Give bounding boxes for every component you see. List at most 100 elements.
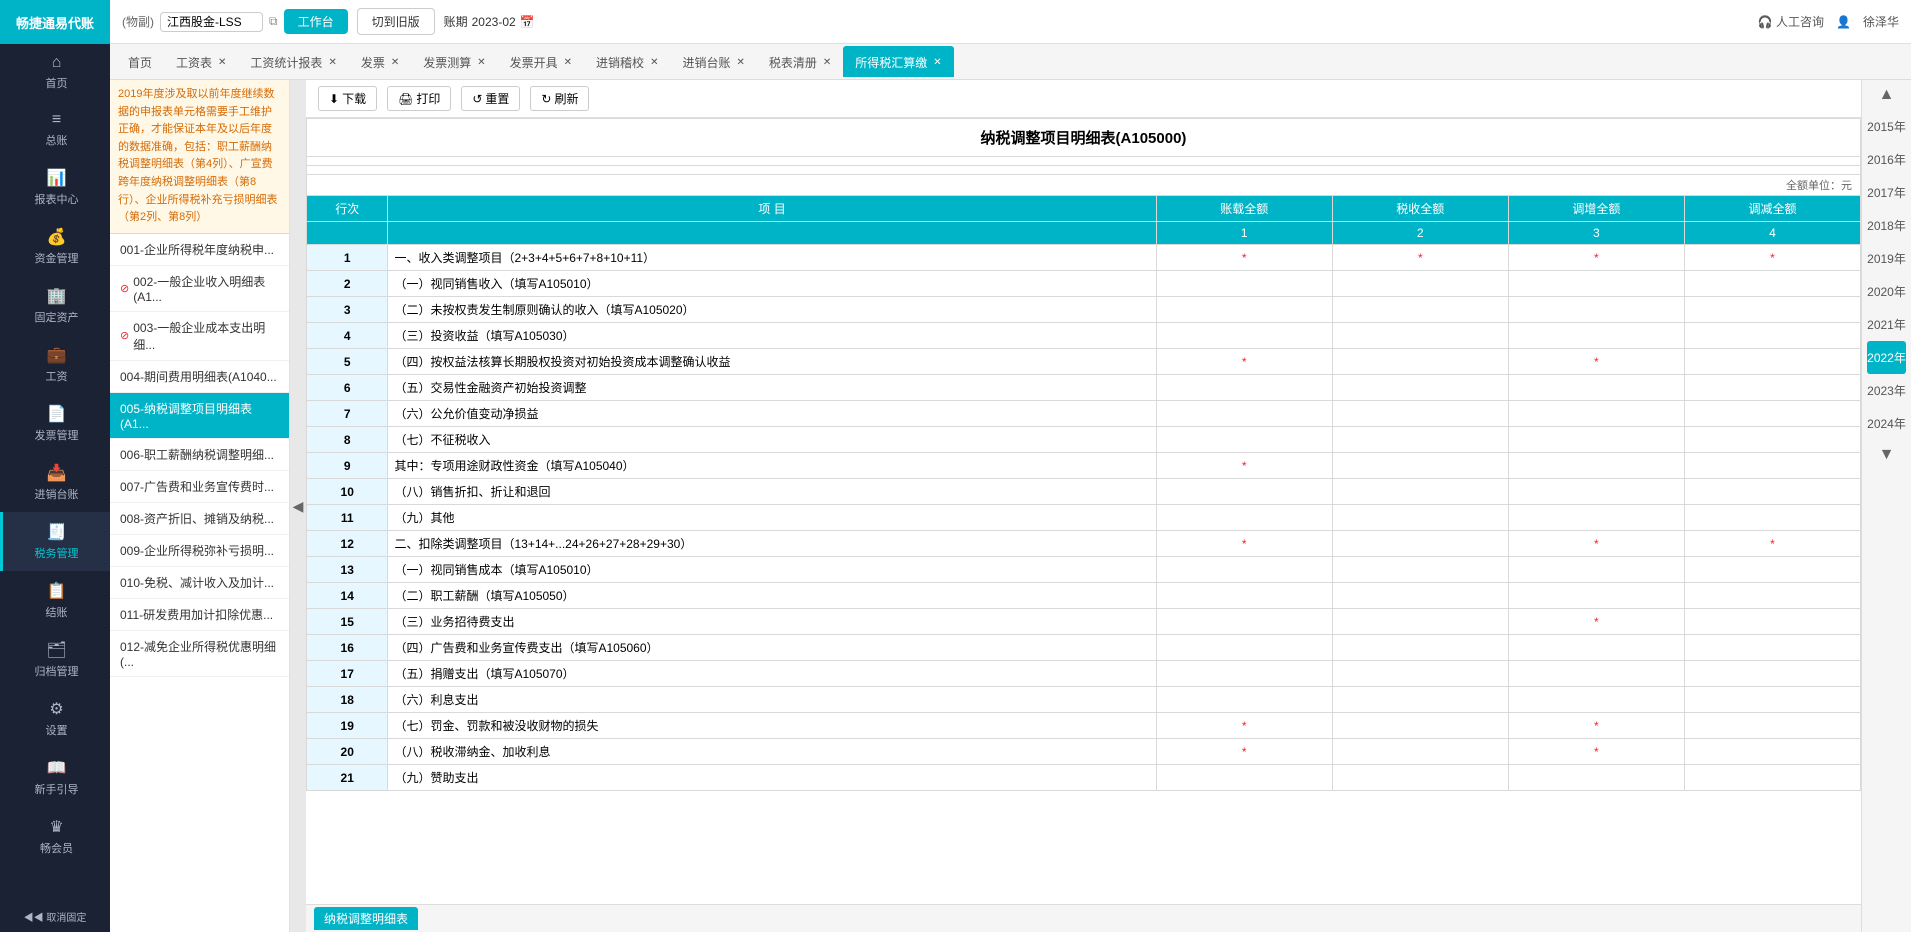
row-cell-col4[interactable]: [1684, 687, 1860, 713]
sidebar-item-ledger[interactable]: ≡总账: [0, 101, 110, 158]
row-cell-col4[interactable]: [1684, 427, 1860, 453]
row-cell-col3[interactable]: *: [1508, 349, 1684, 375]
row-cell-col3[interactable]: [1508, 479, 1684, 505]
row-cell-col2[interactable]: [1332, 375, 1508, 401]
year-item[interactable]: 2019年: [1867, 242, 1906, 275]
row-cell-col1[interactable]: [1156, 427, 1332, 453]
row-cell-col2[interactable]: [1332, 453, 1508, 479]
row-cell-col2[interactable]: [1332, 609, 1508, 635]
row-cell-col4[interactable]: [1684, 401, 1860, 427]
list-item-007[interactable]: 007-广告费和业务宣传费时...: [110, 471, 289, 503]
row-cell-col4[interactable]: [1684, 765, 1860, 791]
list-item-010[interactable]: 010-免税、减计收入及加计...: [110, 567, 289, 599]
list-item-011[interactable]: 011-研发费用加计扣除优惠...: [110, 599, 289, 631]
year-item[interactable]: 2020年: [1867, 275, 1906, 308]
tab-首页[interactable]: 首页: [116, 46, 164, 77]
tab-税表清册[interactable]: 税表清册✕: [757, 46, 843, 77]
row-cell-col4[interactable]: *: [1684, 245, 1860, 271]
row-cell-col1[interactable]: *: [1156, 453, 1332, 479]
tab-close[interactable]: ✕: [823, 57, 831, 68]
list-item-009[interactable]: 009-企业所得税弥补亏损明...: [110, 535, 289, 567]
sidebar-item-invoice[interactable]: 📄发票管理: [0, 394, 110, 453]
row-cell-col1[interactable]: *: [1156, 713, 1332, 739]
sidebar-item-guide[interactable]: 📖新手引导: [0, 748, 110, 807]
row-cell-col1[interactable]: [1156, 323, 1332, 349]
download-btn[interactable]: ⬇ 下载: [318, 86, 377, 111]
row-cell-col4[interactable]: [1684, 635, 1860, 661]
row-cell-col3[interactable]: [1508, 323, 1684, 349]
tab-工资表[interactable]: 工资表✕: [164, 46, 238, 77]
row-cell-col4[interactable]: [1684, 323, 1860, 349]
unpin-btn[interactable]: ◀◀ 取消固定: [0, 901, 110, 932]
row-cell-col3[interactable]: *: [1508, 713, 1684, 739]
tab-进销稽校[interactable]: 进销稽校✕: [584, 46, 670, 77]
row-cell-col2[interactable]: [1332, 583, 1508, 609]
row-cell-col3[interactable]: *: [1508, 245, 1684, 271]
sidebar-item-home[interactable]: ⌂首页: [0, 44, 110, 101]
row-cell-col4[interactable]: [1684, 661, 1860, 687]
year-scroll-down[interactable]: ▼: [1862, 440, 1911, 470]
year-item[interactable]: 2017年: [1867, 176, 1906, 209]
row-cell-col3[interactable]: [1508, 583, 1684, 609]
sidebar-item-vip[interactable]: ♛畅会员: [0, 807, 110, 866]
list-item-002[interactable]: ⊘002-一般企业收入明细表(A1...: [110, 266, 289, 312]
row-cell-col1[interactable]: [1156, 609, 1332, 635]
row-cell-col2[interactable]: [1332, 713, 1508, 739]
row-cell-col3[interactable]: [1508, 453, 1684, 479]
row-cell-col3[interactable]: [1508, 557, 1684, 583]
row-cell-col1[interactable]: [1156, 401, 1332, 427]
list-item-001[interactable]: 001-企业所得税年度纳税申...: [110, 234, 289, 266]
row-cell-col2[interactable]: *: [1332, 245, 1508, 271]
row-cell-col1[interactable]: [1156, 765, 1332, 791]
row-cell-col2[interactable]: [1332, 687, 1508, 713]
row-cell-col4[interactable]: [1684, 453, 1860, 479]
year-item[interactable]: 2021年: [1867, 308, 1906, 341]
year-item[interactable]: 2022年: [1867, 341, 1906, 374]
row-cell-col1[interactable]: [1156, 635, 1332, 661]
row-cell-col2[interactable]: [1332, 531, 1508, 557]
row-cell-col2[interactable]: [1332, 739, 1508, 765]
tab-发票测算[interactable]: 发票测算✕: [411, 46, 497, 77]
row-cell-col2[interactable]: [1332, 505, 1508, 531]
tab-发票[interactable]: 发票✕: [349, 46, 411, 77]
row-cell-col1[interactable]: *: [1156, 739, 1332, 765]
print-btn[interactable]: 🖨 打印: [387, 86, 451, 111]
row-cell-col2[interactable]: [1332, 479, 1508, 505]
sidebar-item-tax[interactable]: 🧾税务管理: [0, 512, 110, 571]
year-scroll-up[interactable]: ▲: [1862, 80, 1911, 110]
row-cell-col3[interactable]: [1508, 765, 1684, 791]
row-cell-col3[interactable]: [1508, 401, 1684, 427]
row-cell-col2[interactable]: [1332, 271, 1508, 297]
row-cell-col4[interactable]: [1684, 505, 1860, 531]
tab-close[interactable]: ✕: [328, 57, 336, 68]
tab-工资统计报表[interactable]: 工资统计报表✕: [238, 46, 348, 77]
workbench-btn[interactable]: 工作台: [284, 9, 348, 34]
row-cell-col2[interactable]: [1332, 349, 1508, 375]
row-cell-col1[interactable]: *: [1156, 531, 1332, 557]
switch-btn[interactable]: 切到旧版: [357, 8, 435, 35]
row-cell-col4[interactable]: *: [1684, 531, 1860, 557]
year-item[interactable]: 2024年: [1867, 407, 1906, 440]
row-cell-col1[interactable]: [1156, 271, 1332, 297]
row-cell-col4[interactable]: [1684, 739, 1860, 765]
row-cell-col2[interactable]: [1332, 297, 1508, 323]
row-cell-col1[interactable]: [1156, 375, 1332, 401]
row-cell-col1[interactable]: [1156, 479, 1332, 505]
tab-发票开具[interactable]: 发票开具✕: [498, 46, 584, 77]
sidebar-item-settings[interactable]: ⚙设置: [0, 689, 110, 748]
row-cell-col3[interactable]: [1508, 505, 1684, 531]
year-item[interactable]: 2016年: [1867, 143, 1906, 176]
row-cell-col1[interactable]: [1156, 297, 1332, 323]
row-cell-col3[interactable]: *: [1508, 739, 1684, 765]
row-cell-col2[interactable]: [1332, 323, 1508, 349]
row-cell-col1[interactable]: [1156, 505, 1332, 531]
tab-close[interactable]: ✕: [564, 57, 572, 68]
row-cell-col1[interactable]: [1156, 661, 1332, 687]
row-cell-col2[interactable]: [1332, 661, 1508, 687]
row-cell-col3[interactable]: *: [1508, 609, 1684, 635]
refresh-btn[interactable]: ↻ 刷新: [530, 86, 589, 111]
consult-btn[interactable]: 🎧 人工咨询: [1758, 13, 1824, 30]
calendar-icon[interactable]: 📅: [520, 15, 535, 29]
tab-close[interactable]: ✕: [736, 57, 744, 68]
row-cell-col4[interactable]: [1684, 297, 1860, 323]
